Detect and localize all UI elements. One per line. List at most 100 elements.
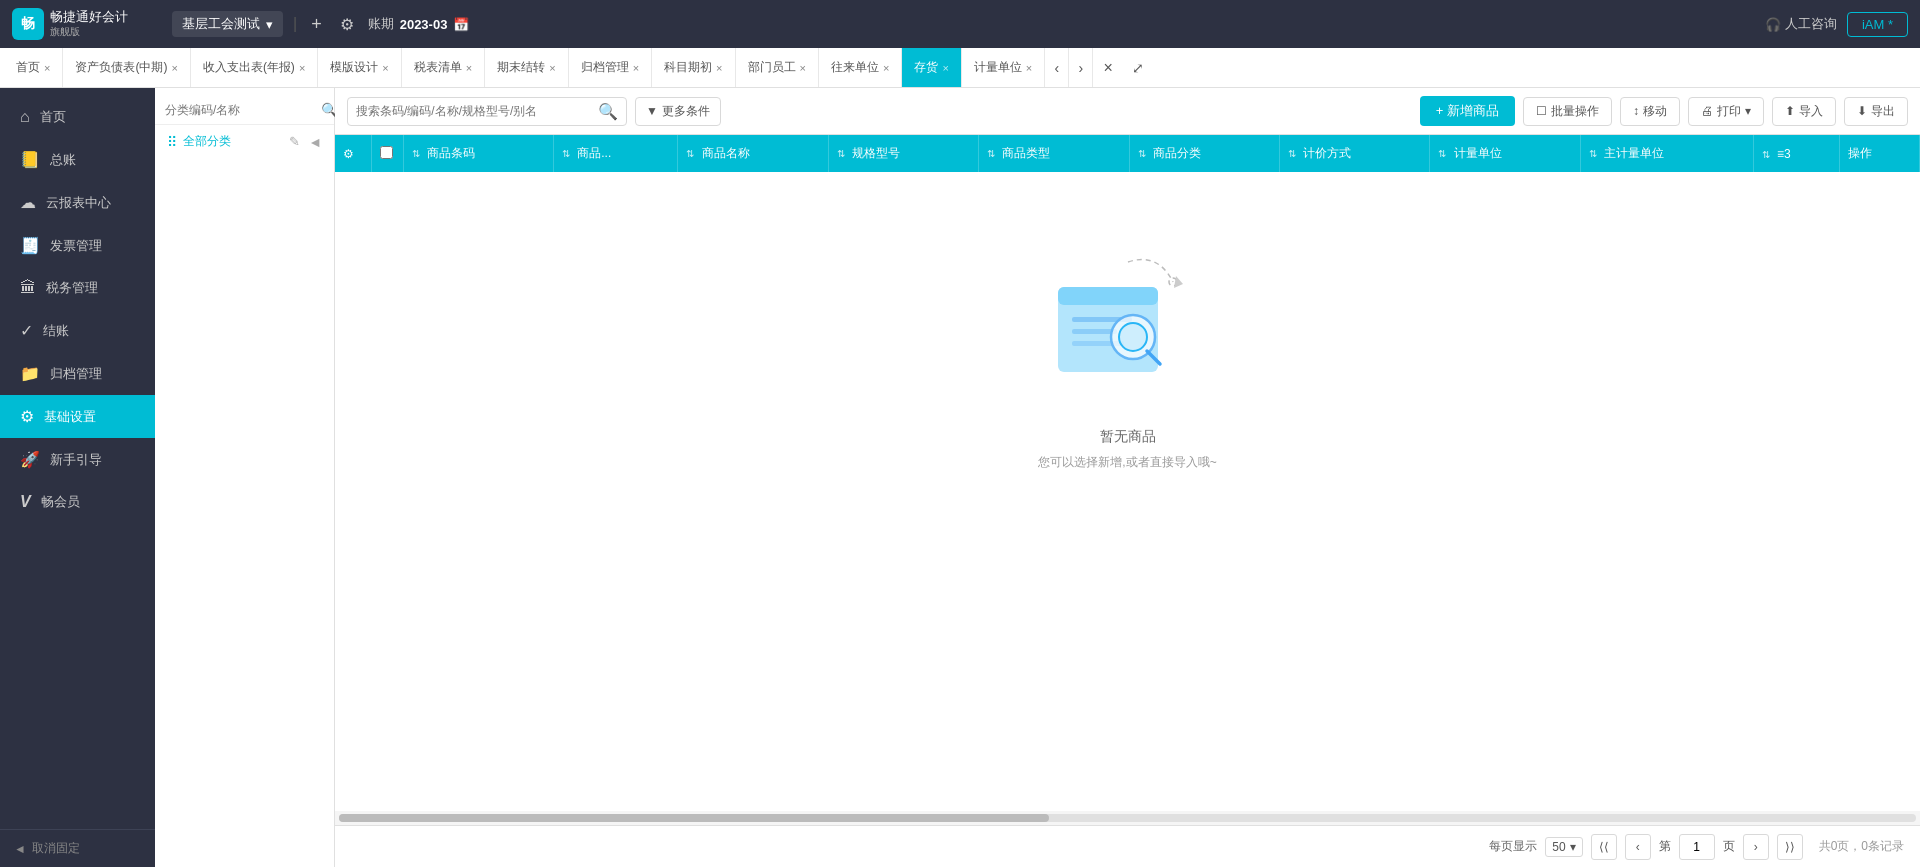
sidebar-bottom-label: 取消固定: [32, 840, 80, 857]
add-product-button[interactable]: + 新增商品: [1420, 96, 1515, 126]
cloud-icon: ☁: [20, 193, 36, 212]
category-search-input[interactable]: [165, 103, 315, 117]
sidebar-item-reports[interactable]: ☁ 云报表中心: [0, 181, 155, 224]
th-settings[interactable]: ⚙: [335, 135, 371, 172]
th-price-method[interactable]: ⇅ 计价方式: [1279, 135, 1429, 172]
tab-home[interactable]: 首页 ×: [4, 48, 63, 88]
tab-expand-button[interactable]: ⤢: [1123, 48, 1153, 88]
help-button[interactable]: 🎧 人工咨询: [1765, 15, 1837, 33]
period-value[interactable]: 2023-03: [400, 17, 448, 32]
th-checkbox[interactable]: [371, 135, 403, 172]
th-barcode[interactable]: ⇅ 商品条码: [403, 135, 553, 172]
tab-period-end[interactable]: 期末结转 ×: [485, 48, 568, 88]
product-panel: 🔍 ▼ 更多条件 + 新增商品 ☐ 批量操作: [335, 88, 1920, 867]
export-button[interactable]: ⬇ 导出: [1844, 97, 1908, 126]
tab-partner-close[interactable]: ×: [883, 62, 889, 74]
tab-home-close[interactable]: ×: [44, 62, 50, 74]
page-last-button[interactable]: ⟩⟩: [1777, 834, 1803, 860]
tab-dept-staff-close[interactable]: ×: [800, 62, 806, 74]
th-spec[interactable]: ⇅ 规格型号: [828, 135, 978, 172]
sidebar-tax-label: 税务管理: [46, 279, 98, 297]
filter-button[interactable]: ▼ 更多条件: [635, 97, 721, 126]
tab-dept-staff[interactable]: 部门员工 ×: [736, 48, 819, 88]
tab-unit-close[interactable]: ×: [1026, 62, 1032, 74]
th-main-unit-label: 主计量单位: [1604, 146, 1664, 160]
tab-income[interactable]: 收入支出表(年报) ×: [191, 48, 318, 88]
tab-balance-label: 资产负债表(中期): [75, 59, 167, 76]
th-type-label: 商品类型: [1002, 146, 1050, 160]
company-selector[interactable]: 基层工会测试 ▾: [172, 11, 283, 37]
th-unit[interactable]: ⇅ 计量单位: [1430, 135, 1580, 172]
account-button[interactable]: iAM *: [1847, 12, 1908, 37]
sidebar-item-basic-settings[interactable]: ⚙ 基础设置: [0, 395, 155, 438]
product-table-wrapper: ⚙ ⇅ 商品条码 ⇅: [335, 135, 1920, 811]
sidebar-item-member[interactable]: V 畅会员: [0, 481, 155, 523]
tab-archive[interactable]: 归档管理 ×: [569, 48, 652, 88]
sort-icon: ⇅: [686, 148, 694, 159]
svg-rect-3: [1058, 287, 1158, 305]
tab-template[interactable]: 模版设计 ×: [318, 48, 401, 88]
print-icon: 🖨: [1701, 104, 1713, 118]
add-workspace-button[interactable]: +: [307, 14, 326, 35]
th-category[interactable]: ⇅ 商品分类: [1129, 135, 1279, 172]
sort-icon: ⇅: [1589, 148, 1597, 159]
tab-period-end-close[interactable]: ×: [549, 62, 555, 74]
print-button[interactable]: 🖨 打印 ▾: [1688, 97, 1764, 126]
tab-income-close[interactable]: ×: [299, 62, 305, 74]
tab-scroll-right-button[interactable]: ›: [1069, 48, 1093, 88]
tab-unit-label: 计量单位: [974, 59, 1022, 76]
horizontal-scrollbar[interactable]: [335, 811, 1920, 825]
sidebar-item-ledger[interactable]: 📒 总账: [0, 138, 155, 181]
product-search-icon[interactable]: 🔍: [598, 102, 618, 121]
tab-template-close[interactable]: ×: [382, 62, 388, 74]
category-search-area: 🔍: [155, 96, 334, 125]
page-prev-button[interactable]: ‹: [1625, 834, 1651, 860]
tab-unit[interactable]: 计量单位 ×: [962, 48, 1045, 88]
calendar-icon[interactable]: 📅: [453, 17, 469, 32]
sidebar-item-invoice[interactable]: 🧾 发票管理: [0, 224, 155, 267]
select-all-checkbox[interactable]: [380, 146, 393, 159]
th-extra[interactable]: ⇅ ≡3: [1753, 135, 1839, 172]
tab-tax[interactable]: 税表清单 ×: [402, 48, 485, 88]
scroll-thumb[interactable]: [339, 814, 1049, 822]
category-all[interactable]: ⠿ 全部分类 ✎ ◄: [155, 125, 334, 158]
page-size-select[interactable]: 50 ▾: [1545, 837, 1582, 857]
sidebar-item-home[interactable]: ⌂ 首页: [0, 96, 155, 138]
tab-inventory-close[interactable]: ×: [942, 62, 948, 74]
sidebar-collapse-button[interactable]: ◄ 取消固定: [0, 829, 155, 867]
collapse-category-button[interactable]: ◄: [308, 134, 322, 150]
tab-scroll-left-button[interactable]: ‹: [1045, 48, 1069, 88]
th-type[interactable]: ⇅ 商品类型: [979, 135, 1129, 172]
import-button[interactable]: ⬆ 导入: [1772, 97, 1836, 126]
sort-icon: ⇅: [562, 148, 570, 159]
page-number-input[interactable]: [1679, 834, 1715, 860]
tab-balance-close[interactable]: ×: [171, 62, 177, 74]
tab-subject-init-close[interactable]: ×: [716, 62, 722, 74]
batch-ops-button[interactable]: ☐ 批量操作: [1523, 97, 1612, 126]
sidebar-item-settle[interactable]: ✓ 结账: [0, 309, 155, 352]
guide-icon: 🚀: [20, 450, 40, 469]
tab-close-all-button[interactable]: ×: [1093, 48, 1123, 88]
page-first-button[interactable]: ⟨⟨: [1591, 834, 1617, 860]
product-search-input[interactable]: [356, 104, 592, 118]
move-button[interactable]: ↕ 移动: [1620, 97, 1680, 126]
th-name[interactable]: ⇅ 商品名称: [678, 135, 828, 172]
th-code[interactable]: ⇅ 商品...: [553, 135, 677, 172]
page-next-button[interactable]: ›: [1743, 834, 1769, 860]
tab-inventory-label: 存货: [914, 59, 938, 76]
sidebar-item-archive[interactable]: 📁 归档管理: [0, 352, 155, 395]
settings-icon[interactable]: ⚙: [336, 15, 358, 34]
scroll-track: [339, 814, 1916, 822]
app-name: 畅捷通好会计: [50, 9, 128, 25]
sidebar-item-tax[interactable]: 🏛 税务管理: [0, 267, 155, 309]
tab-subject-init[interactable]: 科目期初 ×: [652, 48, 735, 88]
tab-balance[interactable]: 资产负债表(中期) ×: [63, 48, 190, 88]
th-main-unit[interactable]: ⇅ 主计量单位: [1580, 135, 1753, 172]
tab-partner[interactable]: 往来单位 ×: [819, 48, 902, 88]
edit-icon[interactable]: ✎: [289, 134, 300, 149]
sidebar-item-guide[interactable]: 🚀 新手引导: [0, 438, 155, 481]
tab-inventory[interactable]: 存货 ×: [902, 48, 961, 88]
sidebar-home-label: 首页: [40, 108, 66, 126]
tab-tax-close[interactable]: ×: [466, 62, 472, 74]
tab-archive-close[interactable]: ×: [633, 62, 639, 74]
